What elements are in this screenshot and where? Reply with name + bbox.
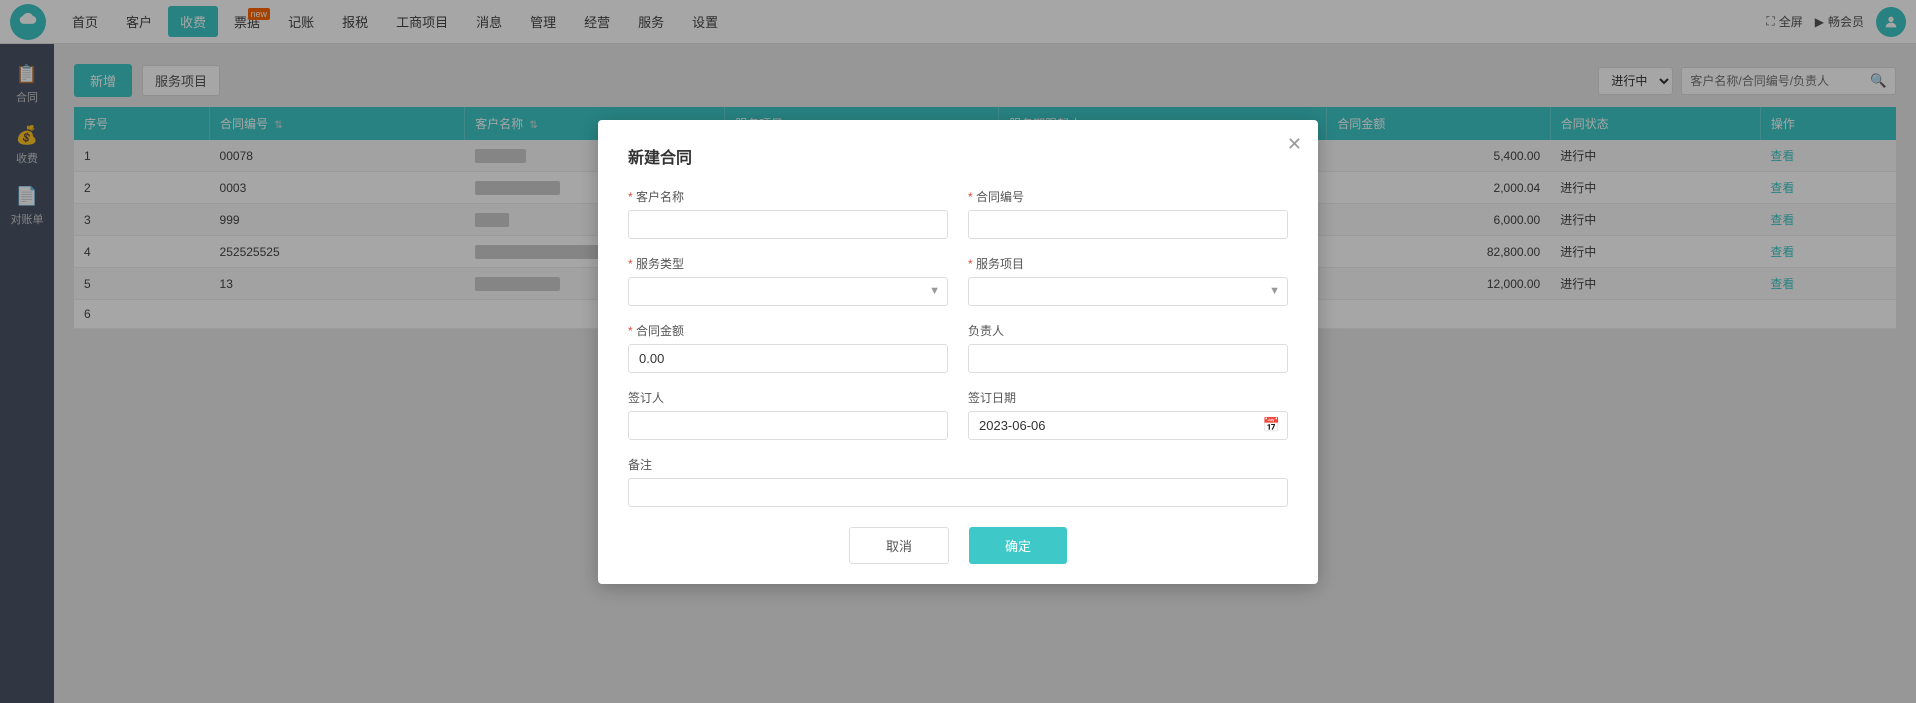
field-responsible: 负责人 bbox=[968, 322, 1288, 373]
form-grid: 客户名称 合同编号 服务类型 ▼ bbox=[628, 188, 1288, 507]
signer-label: 签订人 bbox=[628, 389, 948, 406]
modal-overlay[interactable]: 新建合同 ✕ 客户名称 合同编号 服务类型 bbox=[0, 0, 1916, 703]
modal-footer: 取消 确定 bbox=[628, 527, 1288, 564]
service-item-label: 服务项目 bbox=[968, 255, 1288, 272]
sign-date-wrapper: 📅 bbox=[968, 411, 1288, 440]
service-item-select[interactable] bbox=[968, 277, 1288, 306]
field-remark: 备注 bbox=[628, 456, 1288, 507]
field-customer-name: 客户名称 bbox=[628, 188, 948, 239]
responsible-label: 负责人 bbox=[968, 322, 1288, 339]
responsible-input[interactable] bbox=[968, 344, 1288, 373]
modal-close-button[interactable]: ✕ bbox=[1287, 134, 1302, 155]
service-item-select-wrapper: ▼ bbox=[968, 277, 1288, 306]
cancel-button[interactable]: 取消 bbox=[849, 527, 949, 564]
confirm-button[interactable]: 确定 bbox=[969, 527, 1067, 564]
customer-name-label: 客户名称 bbox=[628, 188, 684, 205]
contract-no-label: 合同编号 bbox=[968, 188, 1024, 205]
sign-date-input[interactable] bbox=[968, 411, 1288, 440]
sign-date-label: 签订日期 bbox=[968, 389, 1288, 406]
modal-title: 新建合同 bbox=[628, 144, 1288, 168]
signer-input[interactable] bbox=[628, 411, 948, 440]
new-contract-modal: 新建合同 ✕ 客户名称 合同编号 服务类型 bbox=[598, 120, 1318, 584]
field-service-item: 服务项目 ▼ bbox=[968, 255, 1288, 306]
field-contract-amount: 合同金额 bbox=[628, 322, 948, 373]
remark-input[interactable] bbox=[628, 478, 1288, 507]
field-contract-no: 合同编号 bbox=[968, 188, 1288, 239]
field-service-type: 服务类型 ▼ bbox=[628, 255, 948, 306]
field-signer: 签订人 bbox=[628, 389, 948, 440]
service-type-select-wrapper: ▼ bbox=[628, 277, 948, 306]
customer-name-input[interactable] bbox=[628, 210, 948, 239]
contract-no-input[interactable] bbox=[968, 210, 1288, 239]
field-sign-date: 签订日期 📅 bbox=[968, 389, 1288, 440]
service-type-select[interactable] bbox=[628, 277, 948, 306]
contract-amount-input[interactable] bbox=[628, 344, 948, 373]
calendar-icon[interactable]: 📅 bbox=[1263, 417, 1280, 434]
remark-label: 备注 bbox=[628, 456, 1288, 473]
contract-amount-label: 合同金额 bbox=[628, 322, 948, 339]
service-type-label: 服务类型 bbox=[628, 255, 948, 272]
